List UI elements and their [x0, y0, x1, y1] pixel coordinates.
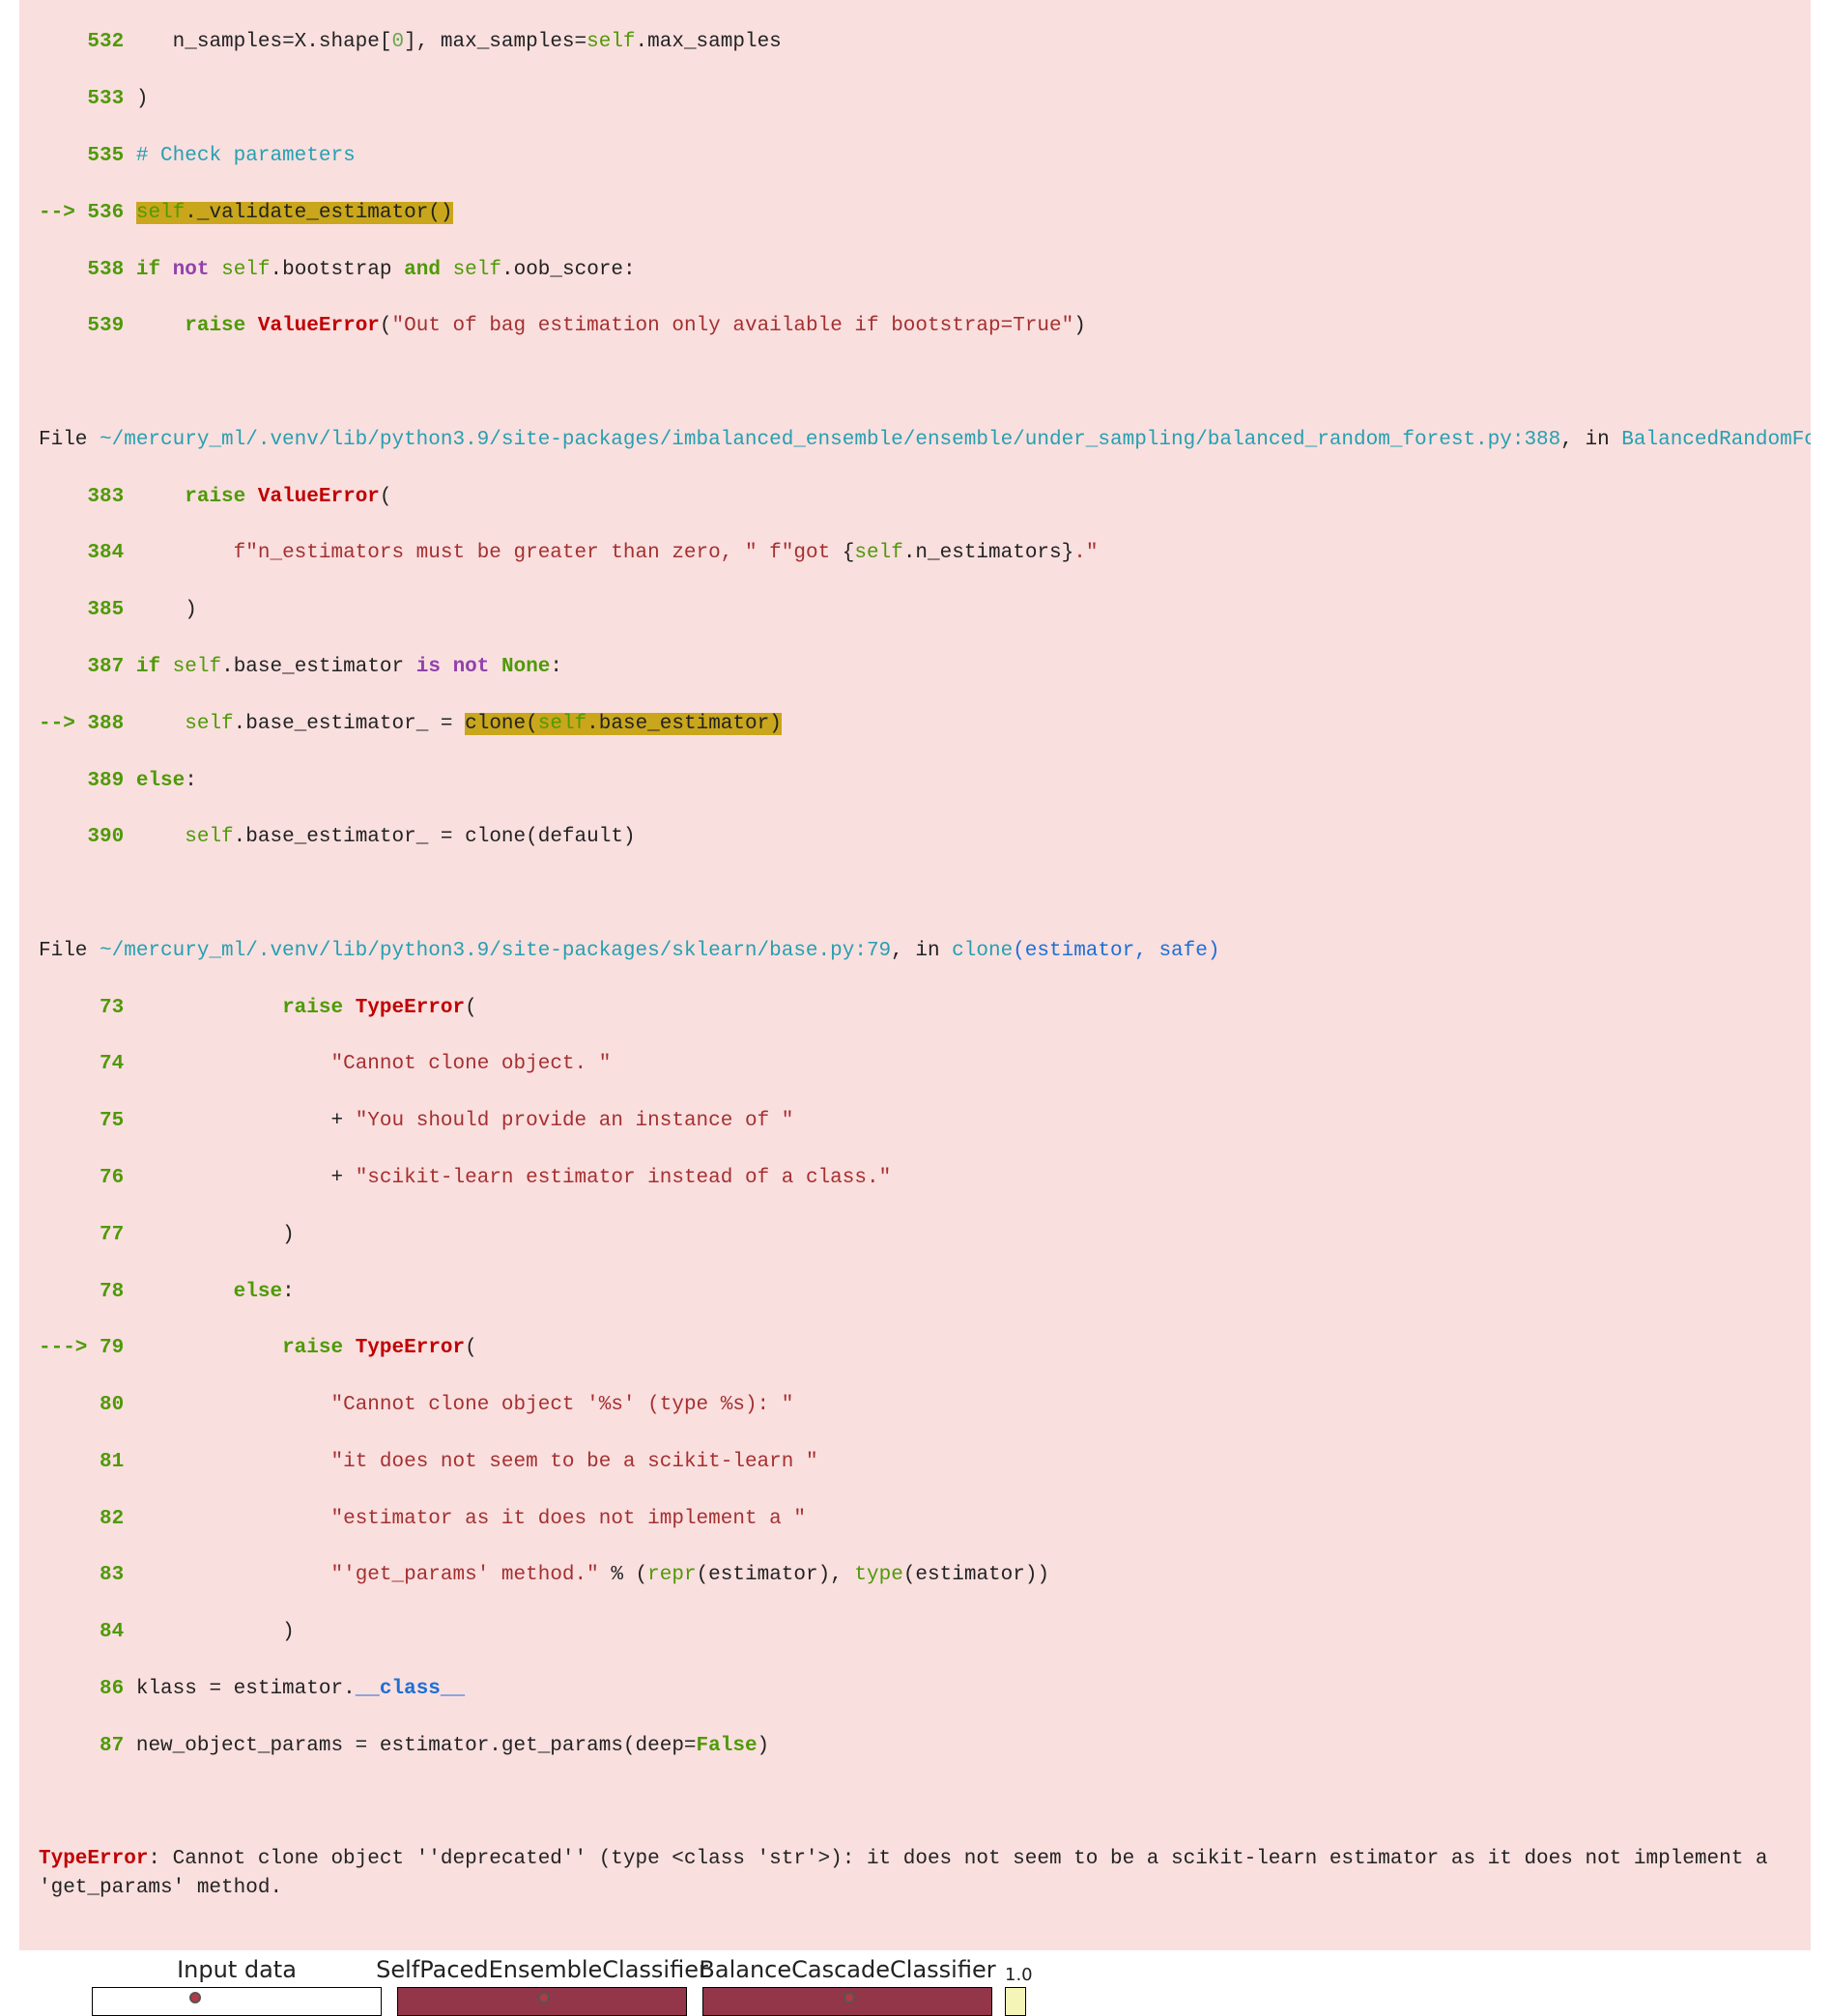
line-number: 539	[87, 315, 124, 337]
code-line: 535 # Check parameters	[39, 142, 1791, 170]
comment: # Check parameters	[124, 145, 355, 167]
line-number: 81	[100, 1451, 124, 1473]
line-number: 532	[87, 31, 124, 53]
file-path: ~/mercury_ml/.venv/lib/python3.9/site-pa…	[100, 429, 1560, 451]
error-line: TypeError: Cannot clone object ''depreca…	[39, 1845, 1791, 1902]
chart-title: SelfPacedEnsembleClassifier	[376, 1956, 708, 1983]
line-number: 76	[100, 1167, 124, 1189]
line-number: 388	[87, 713, 124, 735]
code-line: 533 )	[39, 85, 1791, 113]
error-message: : Cannot clone object ''deprecated'' (ty…	[39, 1848, 1780, 1898]
chart-title: Input data	[177, 1956, 297, 1983]
line-number: 75	[100, 1110, 124, 1132]
line-number: 77	[100, 1224, 124, 1246]
code-line: 77 )	[39, 1221, 1791, 1249]
data-point-icon	[189, 1992, 201, 2003]
line-number: 533	[87, 88, 124, 110]
line-number: 73	[100, 997, 124, 1019]
line-number: 383	[87, 486, 124, 508]
file-header: File ~/mercury_ml/.venv/lib/python3.9/si…	[39, 426, 1791, 454]
colorbar-tick-label: 1.0	[1005, 1965, 1033, 1985]
code-line: 87 new_object_params = estimator.get_par…	[39, 1732, 1791, 1760]
file-path: ~/mercury_ml/.venv/lib/python3.9/site-pa…	[100, 940, 891, 962]
file-header: File ~/mercury_ml/.venv/lib/python3.9/si…	[39, 937, 1791, 965]
code-line: 390 self.base_estimator_ = clone(default…	[39, 823, 1791, 851]
line-number: 536	[87, 202, 124, 224]
code-line: 387 if self.base_estimator is not None:	[39, 653, 1791, 681]
blank-line	[39, 1789, 1791, 1817]
data-point-icon	[844, 1992, 855, 2003]
line-number: 387	[87, 656, 124, 678]
code-line: 76 + "scikit-learn estimator instead of …	[39, 1164, 1791, 1192]
line-number: 79	[100, 1337, 124, 1359]
code-line: 383 raise ValueError(	[39, 483, 1791, 511]
code-line: 74 "Cannot clone object. "	[39, 1050, 1791, 1078]
line-number: 86	[100, 1678, 124, 1700]
line-number: 385	[87, 599, 124, 621]
charts-row: Input data SelfPacedEnsembleClassifier B…	[19, 1956, 1811, 2016]
code-line: 82 "estimator as it does not implement a…	[39, 1505, 1791, 1533]
traceback-output: 532 n_samples=X.shape[0], max_samples=se…	[19, 0, 1811, 1950]
line-number: 84	[100, 1621, 124, 1643]
code-line: 385 )	[39, 596, 1791, 624]
code-line: 83 "'get_params' method." % (repr(estima…	[39, 1561, 1791, 1589]
error-name: TypeError	[39, 1848, 148, 1870]
chart-title: BalanceCascadeClassifier	[699, 1956, 995, 1983]
line-number: 389	[87, 770, 124, 792]
highlighted-code: self._validate_estimator()	[136, 202, 453, 224]
line-number: 78	[100, 1281, 124, 1303]
line-number: 535	[87, 145, 124, 167]
code-line: 78 else:	[39, 1278, 1791, 1306]
arrow-icon: -->	[39, 202, 75, 224]
code-line: 75 + "You should provide an instance of …	[39, 1107, 1791, 1135]
code-line-active: --> 536 self._validate_estimator()	[39, 199, 1791, 227]
chart-box	[702, 1987, 992, 2016]
arrow-icon: -->	[39, 713, 75, 735]
code-line: 80 "Cannot clone object '%s' (type %s): …	[39, 1391, 1791, 1419]
code-line: 84 )	[39, 1618, 1791, 1646]
line-number: 80	[100, 1394, 124, 1416]
code-line-active: ---> 79 raise TypeError(	[39, 1334, 1791, 1362]
code-line: 538 if not self.bootstrap and self.oob_s…	[39, 256, 1791, 284]
line-number: 87	[100, 1735, 124, 1757]
line-number: 390	[87, 826, 124, 848]
code-line: 81 "it does not seem to be a scikit-lear…	[39, 1448, 1791, 1476]
chart-panel-balancecascade: BalanceCascadeClassifier	[698, 1956, 997, 2016]
blank-line	[39, 880, 1791, 908]
code-line: 539 raise ValueError("Out of bag estimat…	[39, 312, 1791, 340]
highlighted-code: clone(self.base_estimator)	[465, 713, 782, 735]
code-line: 532 n_samples=X.shape[0], max_samples=se…	[39, 28, 1791, 56]
code-line: 86 klass = estimator.__class__	[39, 1675, 1791, 1703]
code-line: 384 f"n_estimators must be greater than …	[39, 539, 1791, 567]
line-number: 83	[100, 1564, 124, 1586]
chart-panel-input: Input data	[87, 1956, 386, 2016]
blank-line	[39, 369, 1791, 397]
line-number: 538	[87, 259, 124, 281]
line-number: 74	[100, 1053, 124, 1075]
arrow-icon: --->	[39, 1337, 87, 1359]
data-point-icon	[538, 1992, 550, 2003]
code-line-active: --> 388 self.base_estimator_ = clone(sel…	[39, 710, 1791, 738]
code-line: 73 raise TypeError(	[39, 994, 1791, 1022]
code-line: 389 else:	[39, 767, 1791, 795]
chart-box	[92, 1987, 382, 2016]
line-number: 384	[87, 542, 124, 564]
colorbar-bar	[1005, 1987, 1026, 2016]
chart-box	[397, 1987, 687, 2016]
chart-panel-selfpaced: SelfPacedEnsembleClassifier	[392, 1956, 692, 2016]
line-number: 82	[100, 1508, 124, 1530]
colorbar: 1.0	[997, 1956, 1033, 2016]
